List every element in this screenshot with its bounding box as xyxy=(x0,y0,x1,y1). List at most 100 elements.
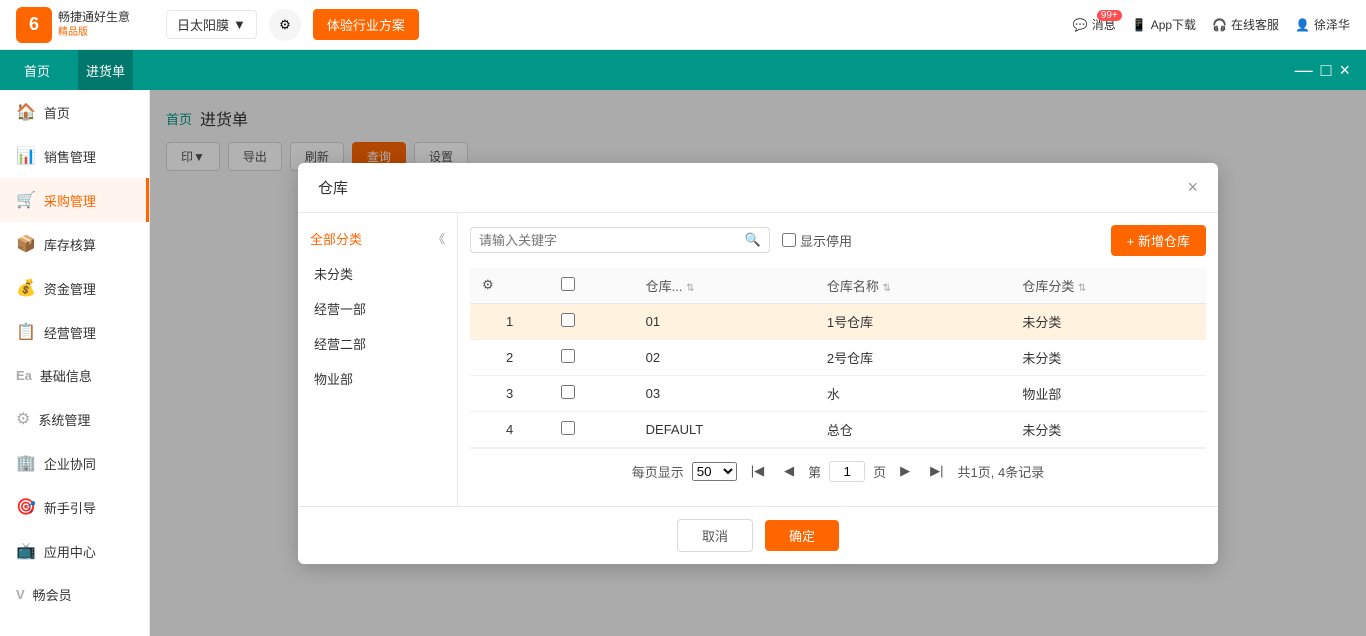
sidebar-item-purchase[interactable]: 🛒 采购管理 xyxy=(0,178,149,222)
row-num: 1 xyxy=(470,303,549,339)
row-num: 2 xyxy=(470,339,549,375)
row-code: DEFAULT xyxy=(634,411,815,447)
logo-text: 畅捷通好生意 精品版 xyxy=(58,10,130,39)
sidebar-item-sales[interactable]: 📊 销售管理 xyxy=(0,134,149,178)
guide-icon: 🎯 xyxy=(16,497,36,517)
per-page-label: 每页显示 xyxy=(632,462,684,481)
table-toolbar: 🔍 显示停用 + 新增仓库 xyxy=(470,225,1206,256)
select-all-checkbox[interactable] xyxy=(561,277,575,291)
settings-icon[interactable]: ⚙ xyxy=(269,9,301,41)
modal-header: 仓库 × xyxy=(298,163,1218,213)
next-page-btn[interactable]: ▶ xyxy=(894,461,916,481)
basicinfo-icon: Ea xyxy=(16,368,32,383)
search-input-wrap: 🔍 xyxy=(470,227,770,253)
row-checkbox[interactable] xyxy=(561,421,575,435)
sidebar-item-home[interactable]: 🏠 首页 xyxy=(0,90,149,134)
cancel-btn[interactable]: 取消 xyxy=(677,519,753,552)
table-row[interactable]: 4 DEFAULT 总仓 未分类 xyxy=(470,411,1206,447)
sidebar-item-system[interactable]: ⚙ 系统管理 xyxy=(0,397,149,441)
search-icon[interactable]: 🔍 xyxy=(745,232,761,248)
sidebar-item-guide[interactable]: 🎯 新手引导 xyxy=(0,485,149,529)
row-num: 3 xyxy=(470,375,549,411)
nav-purchase[interactable]: 进货单 xyxy=(78,50,133,90)
close-nav-icon[interactable]: × xyxy=(1339,60,1350,81)
page-number-input[interactable] xyxy=(829,461,865,482)
cat-item-property[interactable]: 物业部 xyxy=(298,361,457,396)
warehouse-modal: 仓库 × 全部分类 《 未分类 经营一部 经营二部 物业部 xyxy=(298,163,1218,564)
user-avatar[interactable]: 👤 徐泽华 xyxy=(1295,16,1350,33)
nav-home[interactable]: 首页 xyxy=(16,50,58,90)
sales-icon: 📊 xyxy=(16,146,36,166)
modal-title: 仓库 xyxy=(318,177,348,198)
finance-icon: 💰 xyxy=(16,278,36,298)
cat-item-ops2[interactable]: 经营二部 xyxy=(298,326,457,361)
total-info: 共1页, 4条记录 xyxy=(958,462,1045,481)
second-nav: 首页 进货单 — □ × xyxy=(0,50,1366,90)
main-layout: 🏠 首页 📊 销售管理 🛒 采购管理 📦 库存核算 💰 资金管理 📋 经营管理 … xyxy=(0,90,1366,636)
restore-icon[interactable]: □ xyxy=(1321,60,1332,81)
row-category: 未分类 xyxy=(1010,339,1206,375)
message-icon: 💬 xyxy=(1073,18,1088,32)
row-checkbox-cell xyxy=(549,411,633,447)
main-content: 首页 进货单 印▼ 导出 刷新 查询 设置 仓库 × xyxy=(150,90,1366,636)
per-page-select[interactable]: 50 100 200 xyxy=(692,462,737,481)
cat-item-ops1[interactable]: 经营一部 xyxy=(298,291,457,326)
app-icon: 📱 xyxy=(1132,18,1147,32)
col-category: 仓库分类 ⇅ xyxy=(1010,268,1206,304)
row-name: 2号仓库 xyxy=(815,339,1011,375)
row-checkbox[interactable] xyxy=(561,349,575,363)
store-selector[interactable]: 日太阳膜 ▼ xyxy=(166,10,257,39)
message-btn[interactable]: 💬 消息 99+ xyxy=(1073,16,1116,33)
first-page-btn[interactable]: |◀ xyxy=(745,461,770,481)
sidebar-item-operations[interactable]: 📋 经营管理 xyxy=(0,310,149,354)
cat-item-unclassified[interactable]: 未分类 xyxy=(298,256,457,291)
row-code: 02 xyxy=(634,339,815,375)
modal-footer: 取消 确定 xyxy=(298,506,1218,564)
gear-col-icon: ⚙ xyxy=(482,277,494,292)
sidebar-item-member[interactable]: V 畅会员 xyxy=(0,573,149,616)
confirm-btn[interactable]: 确定 xyxy=(765,520,839,551)
row-checkbox[interactable] xyxy=(561,385,575,399)
header-right: 💬 消息 99+ 📱 App下载 🎧 在线客服 👤 徐泽华 xyxy=(1073,16,1350,33)
enterprise-icon: 🏢 xyxy=(16,453,36,473)
table-row[interactable]: 1 01 1号仓库 未分类 xyxy=(470,303,1206,339)
table-row[interactable]: 2 02 2号仓库 未分类 xyxy=(470,339,1206,375)
sidebar-item-enterprise[interactable]: 🏢 企业协同 xyxy=(0,441,149,485)
row-code: 03 xyxy=(634,375,815,411)
sidebar-item-inventory[interactable]: 📦 库存核算 xyxy=(0,222,149,266)
search-input[interactable] xyxy=(479,233,745,248)
member-icon: V xyxy=(16,587,25,602)
modal-close-btn[interactable]: × xyxy=(1187,177,1198,198)
show-disabled-checkbox[interactable] xyxy=(782,233,796,247)
table-header-row: ⚙ 仓库... ⇅ 仓库名称 ⇅ 仓库分类 ⇅ xyxy=(470,268,1206,304)
col-checkbox xyxy=(549,268,633,304)
last-page-btn[interactable]: ▶| xyxy=(924,461,949,481)
table-row[interactable]: 3 03 水 物业部 xyxy=(470,375,1206,411)
sidebar-item-appcenter[interactable]: 📺 应用中心 xyxy=(0,529,149,573)
try-btn[interactable]: 体验行业方案 xyxy=(313,9,419,40)
prev-page-btn[interactable]: ◀ xyxy=(778,461,800,481)
cat-collapse-btn[interactable]: 《 xyxy=(433,230,445,247)
row-checkbox-cell xyxy=(549,303,633,339)
sidebar-item-finance[interactable]: 💰 资金管理 xyxy=(0,266,149,310)
operations-icon: 📋 xyxy=(16,322,36,342)
app-download-btn[interactable]: 📱 App下载 xyxy=(1132,16,1196,33)
header-middle: 日太阳膜 ▼ ⚙ 体验行业方案 xyxy=(166,9,1073,41)
cat-all-label[interactable]: 全部分类 xyxy=(310,229,362,248)
row-num: 4 xyxy=(470,411,549,447)
row-checkbox[interactable] xyxy=(561,313,575,327)
sidebar-item-basicinfo[interactable]: Ea 基础信息 xyxy=(0,354,149,397)
logo-icon: 6 xyxy=(16,7,52,43)
minimize-icon[interactable]: — xyxy=(1295,60,1313,81)
add-warehouse-btn[interactable]: + 新增仓库 xyxy=(1111,225,1206,256)
nav-window-controls: — □ × xyxy=(1295,60,1350,81)
online-service-btn[interactable]: 🎧 在线客服 xyxy=(1212,16,1279,33)
pagination-bar: 每页显示 50 100 200 |◀ ◀ 第 页 ▶ xyxy=(470,448,1206,494)
appcenter-icon: 📺 xyxy=(16,541,36,561)
col-gear: ⚙ xyxy=(470,268,549,304)
show-disabled-checkbox-label[interactable]: 显示停用 xyxy=(782,231,852,250)
row-name: 1号仓库 xyxy=(815,303,1011,339)
top-header: 6 畅捷通好生意 精品版 日太阳膜 ▼ ⚙ 体验行业方案 💬 消息 99+ 📱 … xyxy=(0,0,1366,50)
col-code: 仓库... ⇅ xyxy=(634,268,815,304)
inventory-icon: 📦 xyxy=(16,234,36,254)
